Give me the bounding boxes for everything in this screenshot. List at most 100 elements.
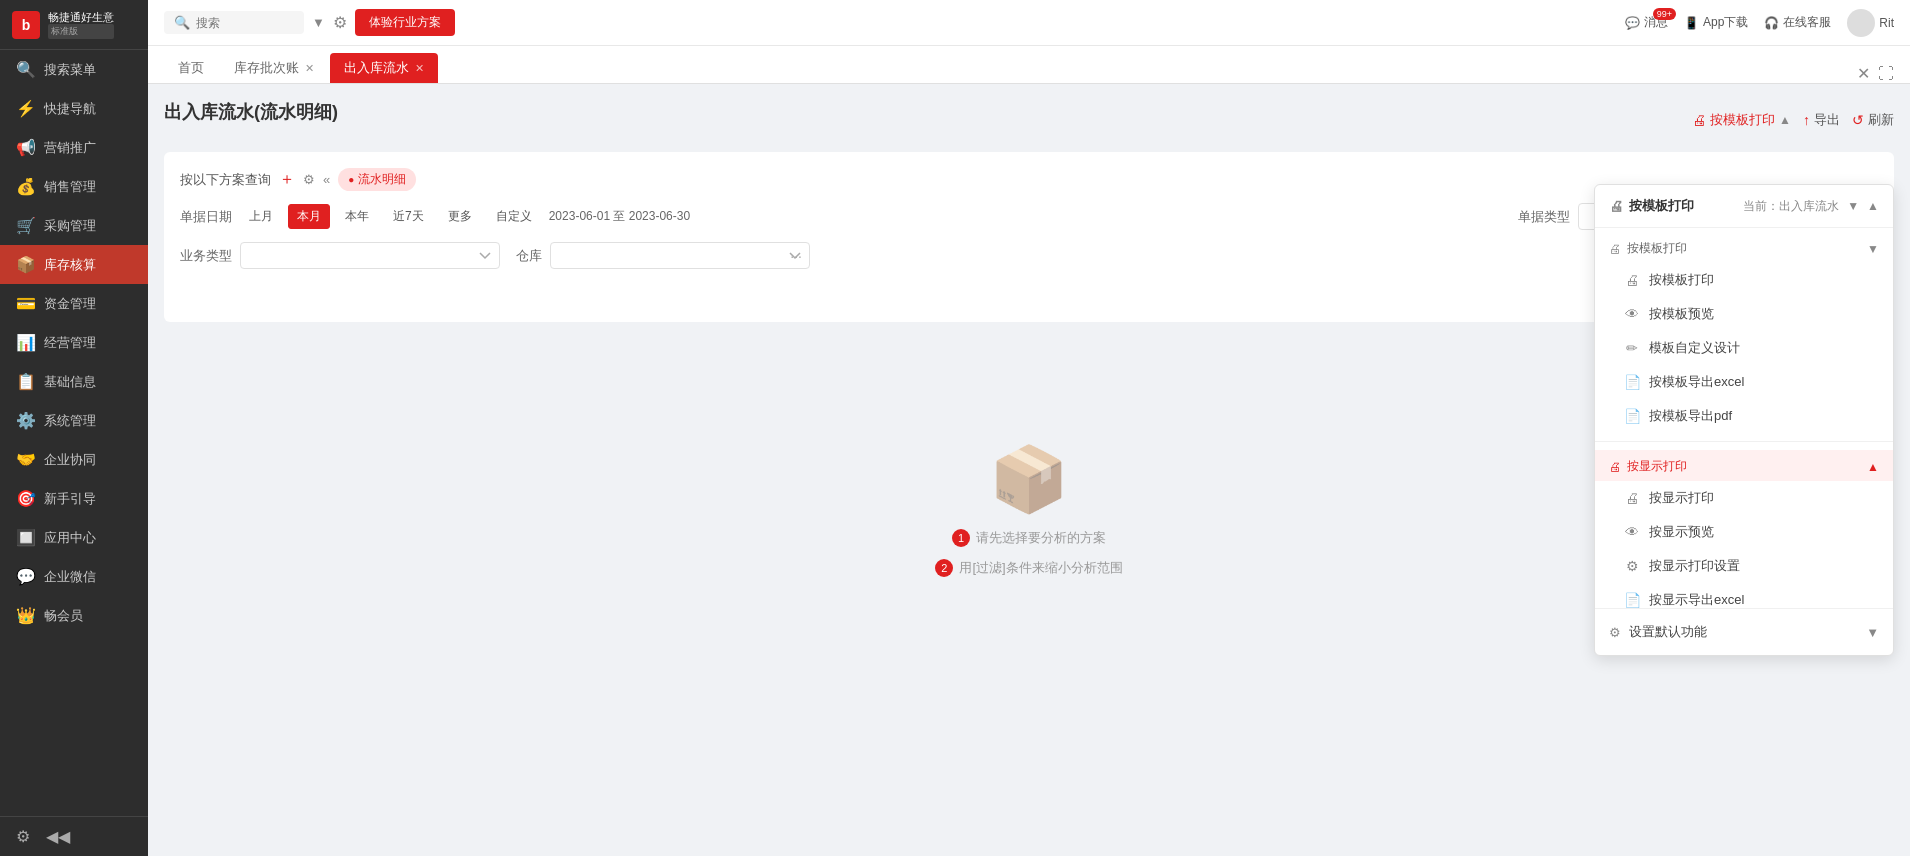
hint1-text: 请先选择要分析的方案 (976, 529, 1106, 547)
biz-type-label: 业务类型 (180, 247, 232, 265)
tab-expand-icon[interactable]: ⛶ (1878, 65, 1894, 83)
biz-type-select[interactable] (240, 242, 500, 269)
tab-flow-close[interactable]: ✕ (415, 62, 424, 75)
refresh-button[interactable]: ↺ 刷新 (1852, 111, 1894, 129)
filter-collapse-icon[interactable]: « (323, 172, 330, 187)
sidebar-item-purchase[interactable]: 🛒采购管理 (0, 206, 148, 245)
dp-item-template-print[interactable]: 🖨 按模板打印 (1595, 263, 1893, 297)
sidebar-sales-label: 销售管理 (44, 178, 96, 196)
sidebar-item-system[interactable]: ⚙️系统管理 (0, 401, 148, 440)
warehouse-field: 仓库 ··· (516, 242, 810, 269)
dp-item-display-preview[interactable]: 👁 按显示预览 (1595, 515, 1893, 549)
export-button[interactable]: ↑ 导出 (1803, 111, 1840, 129)
template-print-section-icon: 🖨 (1609, 242, 1621, 256)
sidebar-item-inventory[interactable]: 📦库存核算 (0, 245, 148, 284)
topbar-gear-icon[interactable]: ⚙ (333, 13, 347, 32)
filter-add-button[interactable]: ＋ (279, 169, 295, 190)
user-avatar[interactable]: Rit (1847, 9, 1894, 37)
dp-item-display-print-label: 按显示打印 (1649, 489, 1714, 507)
print-dropdown-panel: 🖨 按模板打印 当前：出入库流水 ▼ ▲ 🖨 按模板打印 (1594, 184, 1894, 656)
biz-type-wrap (240, 242, 500, 269)
display-print-section-icon: 🖨 (1609, 460, 1621, 474)
sidebar-item-shortcut[interactable]: ⚡快捷导航 (0, 89, 148, 128)
date-btn-0[interactable]: 上月 (240, 204, 282, 229)
sidebar-item-marketing[interactable]: 📢营销推广 (0, 128, 148, 167)
tab-flow[interactable]: 出入库流水 ✕ (330, 53, 438, 83)
display-print-section-header: 🖨 按显示打印 ▲ (1595, 450, 1893, 481)
dp-item-template-custom-icon: ✏ (1623, 340, 1641, 356)
set-default-chevron[interactable]: ▼ (1866, 625, 1879, 640)
set-default-label: 设置默认功能 (1629, 623, 1707, 641)
sidebar-finance-label: 资金管理 (44, 295, 96, 313)
filter-settings-icon[interactable]: ⚙ (303, 172, 315, 187)
tab-batch-close[interactable]: ✕ (305, 62, 314, 75)
print-icon: 🖨 (1692, 112, 1706, 128)
collapse-sidebar-icon[interactable]: ◀◀ (46, 827, 70, 846)
dropdown-header-right: 当前：出入库流水 ▼ ▲ (1743, 198, 1879, 215)
sidebar-member-label: 畅会员 (44, 607, 83, 625)
sidebar-item-operation[interactable]: 📊经营管理 (0, 323, 148, 362)
dp-item-display-print[interactable]: 🖨 按显示打印 (1595, 481, 1893, 515)
warehouse-select[interactable] (550, 242, 810, 269)
hint2-text: 用[过滤]条件来缩小分析范围 (959, 559, 1122, 577)
sidebar-app-icon: 🔲 (16, 528, 36, 547)
sidebar-item-corp[interactable]: 🤝企业协同 (0, 440, 148, 479)
dropdown-scroll: 🖨 按模板打印 ▼ 🖨 按模板打印 👁 按模板预览 ✏ (1595, 228, 1893, 608)
date-btn-1[interactable]: 本月 (288, 204, 330, 229)
dp-item-template-excel-label: 按模板导出excel (1649, 373, 1744, 391)
sidebar-search-label: 搜索菜单 (44, 61, 96, 79)
date-btn-3[interactable]: 近7天 (384, 204, 433, 229)
template-print-section-header: 🖨 按模板打印 ▼ (1595, 232, 1893, 263)
sidebar-item-sales[interactable]: 💰 销售管理 (0, 167, 148, 206)
display-print-section-title: 🖨 按显示打印 (1609, 458, 1687, 475)
dp-item-template-excel[interactable]: 📄 按模板导出excel (1595, 365, 1893, 399)
sidebar-item-weixin[interactable]: 💬企业微信 (0, 557, 148, 596)
dropdown-header: 🖨 按模板打印 当前：出入库流水 ▼ ▲ (1595, 185, 1893, 228)
tab-home[interactable]: 首页 (164, 53, 218, 83)
sidebar-item-search[interactable]: 🔍搜索菜单 (0, 50, 148, 89)
sidebar-guide-icon: 🎯 (16, 489, 36, 508)
dp-item-template-pdf[interactable]: 📄 按模板导出pdf (1595, 399, 1893, 433)
dp-item-template-preview[interactable]: 👁 按模板预览 (1595, 297, 1893, 331)
export-label: 导出 (1814, 111, 1840, 129)
date-btn-2[interactable]: 本年 (336, 204, 378, 229)
print-dropdown-chevron[interactable]: ▲ (1779, 113, 1791, 127)
logo-icon: b (12, 11, 40, 39)
refresh-label: 刷新 (1868, 111, 1894, 129)
search-input[interactable] (196, 16, 276, 30)
scroll-up-icon[interactable]: ▲ (1867, 199, 1879, 213)
tab-close-all-icon[interactable]: ✕ (1857, 64, 1870, 83)
print-template-button[interactable]: 🖨 按模板打印 ▲ (1692, 111, 1791, 129)
date-btn-4[interactable]: 更多 (439, 204, 481, 229)
topbar-dropdown-icon[interactable]: ▼ (312, 15, 325, 30)
sidebar-item-finance[interactable]: 💳资金管理 (0, 284, 148, 323)
sidebar-item-member[interactable]: 👑畅会员 (0, 596, 148, 635)
settings-icon[interactable]: ⚙ (16, 827, 30, 846)
app-download-button[interactable]: 📱 App下载 (1684, 14, 1748, 31)
print-template-label: 按模板打印 (1710, 111, 1775, 129)
date-field: 单据日期 上月本月本年近7天更多自定义 2023-06-01 至 2023-06… (180, 204, 690, 229)
dp-item-template-custom[interactable]: ✏ 模板自定义设计 (1595, 331, 1893, 365)
dp-item-display-excel[interactable]: 📄 按显示导出excel (1595, 583, 1893, 608)
display-section-chevron[interactable]: ▲ (1867, 460, 1879, 474)
sidebar-item-basic[interactable]: 📋基础信息 (0, 362, 148, 401)
tab-batch[interactable]: 库存批次账 ✕ (220, 53, 328, 83)
sidebar-item-app[interactable]: 🔲应用中心 (0, 518, 148, 557)
dropdown-current-chevron[interactable]: ▼ (1847, 199, 1859, 213)
voucher-type-label: 单据类型 (1518, 208, 1570, 226)
set-default-button[interactable]: ⚙ 设置默认功能 ▼ (1609, 617, 1879, 647)
message-button[interactable]: 💬 消息 99+ (1625, 14, 1668, 31)
sidebar-item-guide[interactable]: 🎯新手引导 (0, 479, 148, 518)
warehouse-wrap: ··· (550, 242, 810, 269)
date-shortcuts: 上月本月本年近7天更多自定义 (240, 204, 541, 229)
sidebar-weixin-label: 企业微信 (44, 568, 96, 586)
sidebar-sales-icon: 💰 (16, 177, 36, 196)
template-section-chevron[interactable]: ▼ (1867, 242, 1879, 256)
date-btn-5[interactable]: 自定义 (487, 204, 541, 229)
topbar-search-wrap: 🔍 (164, 11, 304, 34)
filter-tag: ● 流水明细 (338, 168, 416, 191)
filter-tag-label: 流水明细 (358, 171, 406, 188)
dp-item-display-settings[interactable]: ⚙ 按显示打印设置 (1595, 549, 1893, 583)
trial-button[interactable]: 体验行业方案 (355, 9, 455, 36)
online-service-button[interactable]: 🎧 在线客服 (1764, 14, 1831, 31)
